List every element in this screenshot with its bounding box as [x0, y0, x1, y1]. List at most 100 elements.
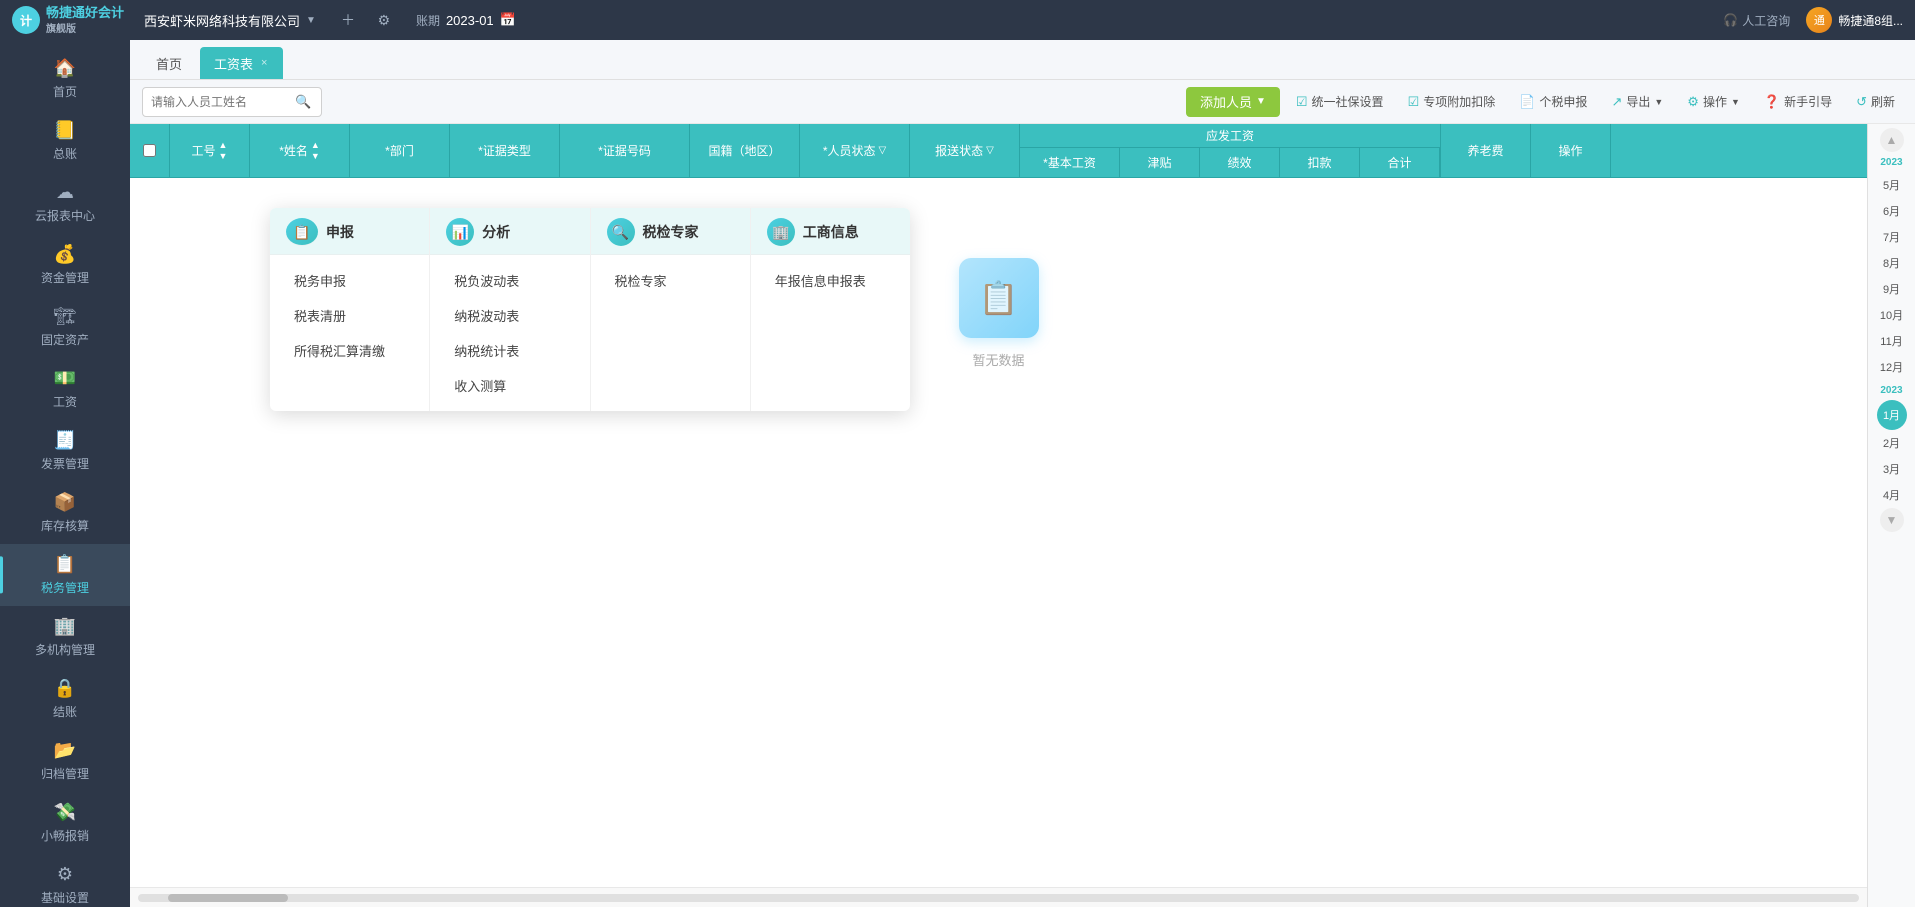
tax-dropdown-menu: 📋 申报 税务申报 税表清册 — [270, 208, 910, 411]
sidebar-label-home: 首页 — [53, 83, 77, 100]
timeline-month-8[interactable]: 8月 — [1874, 250, 1910, 276]
th-action: 操作 — [1531, 124, 1611, 177]
sidebar-label-asset: 固定资产 — [41, 331, 89, 348]
timeline-down-btn[interactable]: ▼ — [1880, 508, 1904, 532]
tab-home[interactable]: 首页 — [142, 47, 196, 79]
dropdown-item-income-calc2[interactable]: 收入测算 — [430, 368, 589, 403]
sidebar-item-fund[interactable]: 💰 资金管理 — [0, 234, 130, 296]
dropdown-item-income-calc[interactable]: 所得税汇算清缴 — [270, 333, 429, 368]
dropdown-item-tax-trend[interactable]: 纳税波动表 — [430, 298, 589, 333]
header-icon-group: ＋ ⚙ — [336, 8, 396, 32]
sidebar-item-tax[interactable]: 📋 税务管理 — [0, 544, 130, 606]
timeline-month-5[interactable]: 5月 — [1874, 172, 1910, 198]
period-label: 账期 — [416, 12, 440, 29]
sidebar-label-inventory: 库存核算 — [41, 517, 89, 534]
sidebar-item-report[interactable]: ☁ 云报表中心 — [0, 172, 130, 234]
th-status-filter-icon[interactable]: ▽ — [878, 145, 886, 156]
period-calendar-icon[interactable]: 📅 — [500, 12, 516, 28]
dropdown-header-business: 🏢 工商信息 — [751, 208, 910, 255]
timeline-up-btn[interactable]: ▲ — [1880, 128, 1904, 152]
sidebar-item-multi[interactable]: 🏢 多机构管理 — [0, 606, 130, 668]
th-num-sort[interactable]: ▲▼ — [219, 140, 228, 161]
company-selector[interactable]: 西安虾米网络科技有限公司 ▼ — [144, 11, 316, 30]
th-dept: *部门 — [350, 124, 450, 177]
sidebar-item-invoice[interactable]: 🧾 发票管理 — [0, 420, 130, 482]
new-guide-label: 新手引导 — [1784, 93, 1832, 110]
export-label: 导出 — [1626, 93, 1650, 110]
horizontal-scrollbar[interactable] — [130, 887, 1867, 907]
report-icon: ☁ — [56, 182, 74, 203]
th-checkbox-all[interactable] — [130, 124, 170, 177]
th-allowance: 津贴 — [1120, 148, 1200, 177]
dropdown-item-annual-report[interactable]: 年报信息申报表 — [751, 263, 910, 298]
special-deduction-btn[interactable]: ☑ 专项附加扣除 — [1400, 89, 1504, 114]
special-label: 专项附加扣除 — [1423, 93, 1495, 110]
th-report-filter-icon[interactable]: ▽ — [986, 145, 994, 156]
dropdown-item-tax-declare[interactable]: 税务申报 — [270, 263, 429, 298]
sidebar: 🏠 首页 📒 总账 ☁ 云报表中心 💰 资金管理 🏗 固定资产 💵 工资 🧾 发… — [0, 40, 130, 907]
operate-btn[interactable]: ⚙ 操作 ▼ — [1679, 89, 1748, 114]
dropdown-header-declaration: 📋 申报 — [270, 208, 429, 255]
refresh-label: 刷新 — [1871, 93, 1895, 110]
dropdown-col-business: 🏢 工商信息 年报信息申报表 — [751, 208, 910, 411]
timeline-month-4[interactable]: 4月 — [1874, 482, 1910, 508]
scrollbar-thumb[interactable] — [168, 894, 288, 902]
th-group-label: 应发工资 — [1020, 124, 1440, 148]
refresh-btn[interactable]: ↺ 刷新 — [1848, 89, 1903, 114]
th-name: *姓名 ▲▼ — [250, 124, 350, 177]
add-person-button[interactable]: 添加人员 ▼ — [1186, 87, 1280, 117]
user-area[interactable]: 通 畅捷通8组... — [1806, 7, 1903, 33]
th-pension: 养老费 — [1441, 124, 1531, 177]
user-label: 畅捷通8组... — [1838, 12, 1903, 29]
timeline-month-2[interactable]: 2月 — [1874, 430, 1910, 456]
timeline-month-11[interactable]: 11月 — [1874, 328, 1910, 354]
settings-icon[interactable]: ⚙ — [372, 8, 396, 32]
th-name-sort[interactable]: ▲▼ — [311, 140, 320, 161]
dropdown-item-tax-stat[interactable]: 纳税统计表 — [430, 333, 589, 368]
add-person-label: 添加人员 — [1200, 92, 1252, 111]
social-insurance-btn[interactable]: ☑ 统一社保设置 — [1288, 89, 1392, 114]
dropdown-item-tax-expert[interactable]: 税检专家 — [591, 263, 750, 298]
dropdown-col-analysis: 📊 分析 税负波动表 纳税波动表 — [430, 208, 589, 411]
timeline-month-7[interactable]: 7月 — [1874, 224, 1910, 250]
tab-close-icon[interactable]: × — [259, 55, 269, 71]
scrollbar-track[interactable] — [138, 894, 1859, 902]
tax-report-btn[interactable]: 📄 个税申报 — [1511, 89, 1595, 114]
header-right: 🎧 人工咨询 通 畅捷通8组... — [1723, 7, 1903, 33]
timeline-month-12[interactable]: 12月 — [1874, 354, 1910, 380]
export-btn[interactable]: ↗ 导出 ▼ — [1603, 89, 1671, 114]
sidebar-item-asset[interactable]: 🏗 固定资产 — [0, 296, 130, 358]
sidebar-label-xiao: 小畅报销 — [41, 827, 89, 844]
sidebar-item-ledger[interactable]: 📒 总账 — [0, 110, 130, 172]
new-guide-btn[interactable]: ❓ 新手引导 — [1756, 89, 1840, 114]
timeline-month-10[interactable]: 10月 — [1874, 302, 1910, 328]
timeline-month-9[interactable]: 9月 — [1874, 276, 1910, 302]
timeline-year-2023: 2023 — [1874, 380, 1910, 400]
social-icon: ☑ — [1296, 94, 1308, 110]
sidebar-item-basic[interactable]: ⚙ 基础设置 — [0, 854, 130, 907]
add-company-icon[interactable]: ＋ — [336, 8, 360, 32]
sidebar-item-home[interactable]: 🏠 首页 — [0, 48, 130, 110]
tab-payroll-label: 工资表 — [214, 54, 253, 73]
select-all-checkbox[interactable] — [143, 144, 156, 157]
tab-home-label: 首页 — [156, 54, 182, 73]
service-button[interactable]: 🎧 人工咨询 — [1723, 12, 1790, 29]
timeline-month-1[interactable]: 1月 — [1877, 400, 1907, 430]
analysis-header-label: 分析 — [482, 222, 510, 242]
search-input[interactable] — [151, 95, 291, 109]
timeline-month-6[interactable]: 6月 — [1874, 198, 1910, 224]
payroll-icon: 💵 — [54, 368, 76, 389]
sidebar-label-invoice: 发票管理 — [41, 455, 89, 472]
sidebar-item-inventory[interactable]: 📦 库存核算 — [0, 482, 130, 544]
service-label: 人工咨询 — [1742, 12, 1790, 29]
dropdown-item-tax-form[interactable]: 税表清册 — [270, 298, 429, 333]
search-icon[interactable]: 🔍 — [295, 94, 311, 110]
tab-payroll-table[interactable]: 工资表 × — [200, 47, 283, 79]
sidebar-item-archive[interactable]: 📂 归档管理 — [0, 730, 130, 792]
sidebar-item-xiao[interactable]: 💸 小畅报销 — [0, 792, 130, 854]
sidebar-item-payroll[interactable]: 💵 工资 — [0, 358, 130, 420]
th-base-salary-label: *基本工资 — [1043, 154, 1096, 171]
timeline-month-3[interactable]: 3月 — [1874, 456, 1910, 482]
dropdown-item-tax-burden[interactable]: 税负波动表 — [430, 263, 589, 298]
sidebar-item-close[interactable]: 🔒 结账 — [0, 668, 130, 730]
